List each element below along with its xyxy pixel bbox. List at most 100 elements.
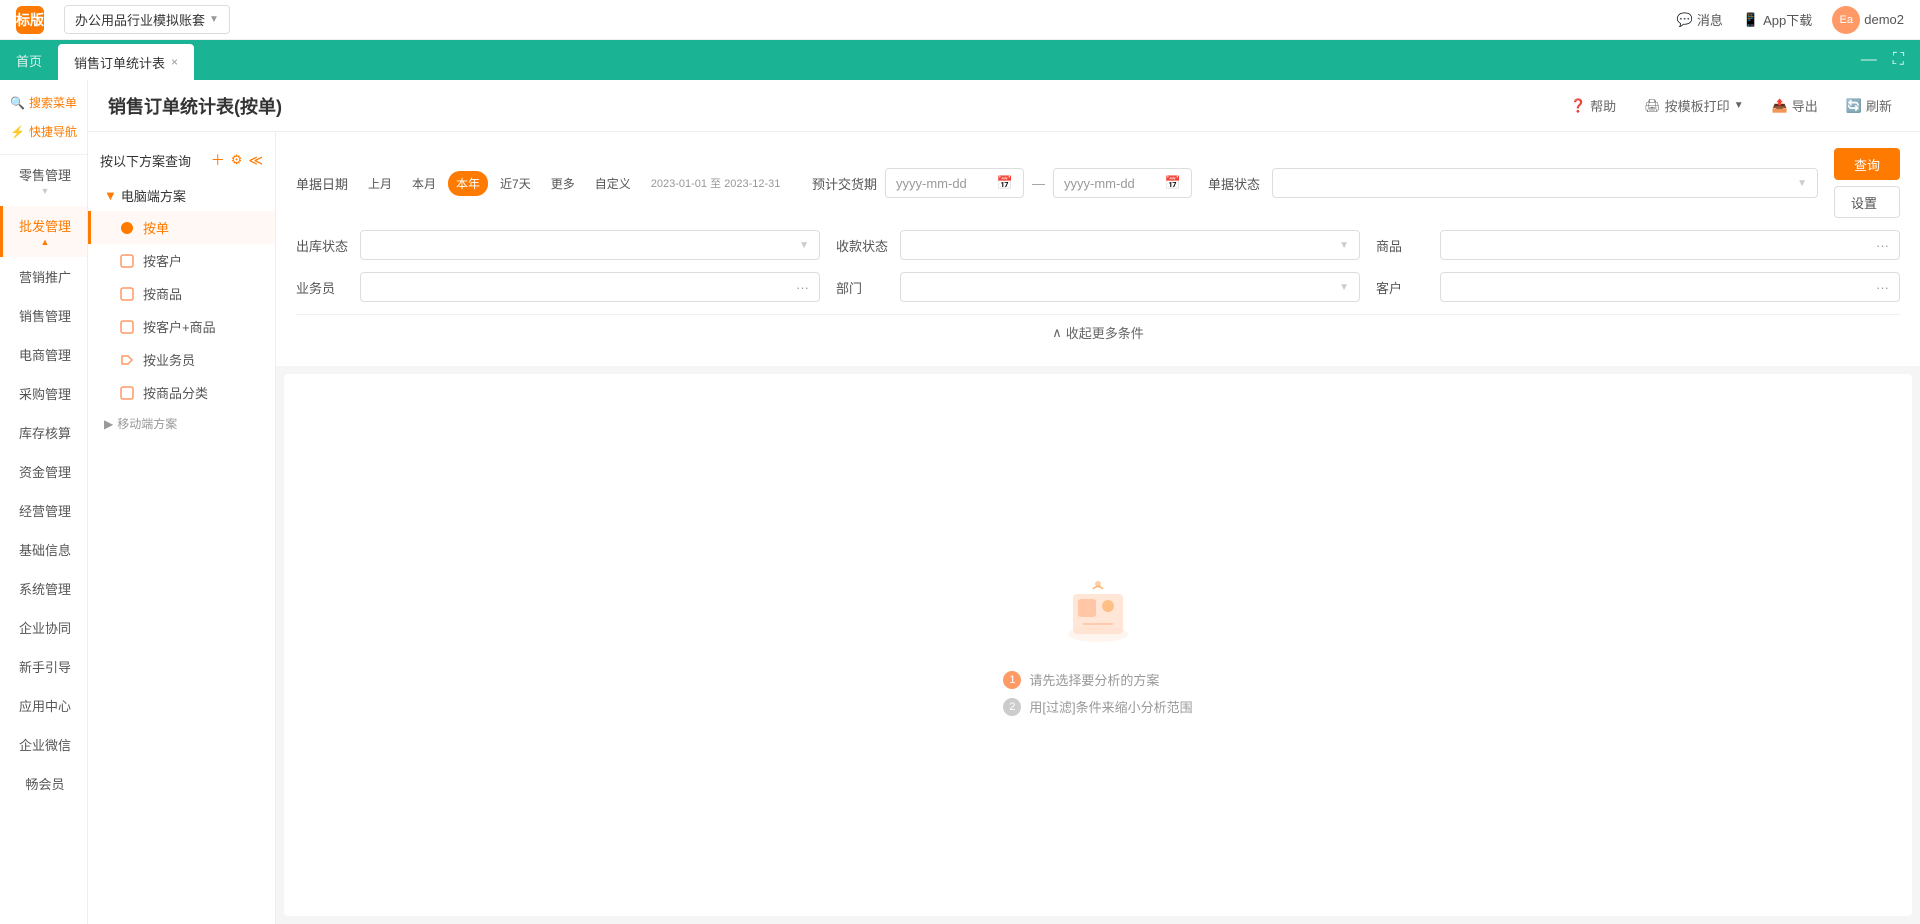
sidebar-item-enterprise[interactable]: 企业协同 <box>0 608 87 647</box>
date-range-text: 2023-01-01 至 2023-12-31 <box>651 175 781 191</box>
arrow-icon: ▼ <box>41 186 50 196</box>
date-btn-this-month[interactable]: 本月 <box>404 171 444 196</box>
collapse-button[interactable]: ∧ 收起更多条件 <box>296 314 1900 350</box>
sidebar-member-label: 畅会员 <box>25 774 64 793</box>
search-icon: 🔍 <box>10 96 25 110</box>
sidebar-item-system[interactable]: 系统管理 <box>0 569 87 608</box>
delivery-status-select[interactable]: ▼ <box>360 230 820 260</box>
product-more-icon[interactable]: ··· <box>1876 238 1889 253</box>
sidebar-item-purchase[interactable]: 采购管理 <box>0 374 87 413</box>
help-label: 帮助 <box>1590 96 1616 115</box>
salesperson-input[interactable]: ··· <box>360 272 820 302</box>
app-download-button[interactable]: 📱 App下载 <box>1743 10 1812 29</box>
edit-scheme-icon[interactable]: ⚙ <box>231 152 243 168</box>
sidebar-item-basic[interactable]: 基础信息 <box>0 530 87 569</box>
status-select[interactable]: ▼ <box>1272 168 1818 198</box>
collapse-panel-icon[interactable]: ≪ <box>248 152 263 169</box>
sidebar-item-finance[interactable]: 资金管理 <box>0 452 87 491</box>
department-select[interactable]: ▼ <box>900 272 1360 302</box>
date-filter-group: 单据日期 上月 本月 本年 近7天 更多 自定义 2023-01-01 至 20… <box>296 171 796 196</box>
left-panel-icons: ＋ ⚙ ≪ <box>211 150 263 170</box>
sidebar-item-sales[interactable]: 销售管理 <box>0 296 87 335</box>
customer-more-icon[interactable]: ··· <box>1876 280 1889 295</box>
sidebar-retail-label: 零售管理 <box>19 165 71 184</box>
sidebar-item-operations[interactable]: 经营管理 <box>0 491 87 530</box>
template-print-button[interactable]: 🖨 按模板打印 ▼ <box>1636 92 1751 119</box>
scheme-item-by-customer[interactable]: 按客户 <box>88 244 275 277</box>
scheme-mobile-label: 移动端方案 <box>117 415 177 432</box>
sidebar-item-appcenter[interactable]: 应用中心 <box>0 686 87 725</box>
scheme-item-by-product-category[interactable]: 按商品分类 <box>88 376 275 409</box>
scheme-item-by-salesperson[interactable]: 按业务员 <box>88 343 275 376</box>
sidebar-search-button[interactable]: 🔍 搜索菜单 <box>0 88 87 117</box>
page-actions: ❓ 帮助 🖨 按模板打印 ▼ 📤 导出 🔄 刷新 <box>1562 92 1900 119</box>
sidebar-operations-label: 经营管理 <box>19 501 71 520</box>
product-input[interactable]: ··· <box>1440 230 1900 260</box>
date-btn-custom[interactable]: 自定义 <box>587 171 639 196</box>
message-button[interactable]: 💬 消息 <box>1677 10 1723 29</box>
date-quick-buttons: 上月 本月 本年 近7天 更多 自定义 <box>360 171 639 196</box>
app-icon: 📱 <box>1743 12 1759 28</box>
user-profile[interactable]: Ea demo2 <box>1832 6 1904 34</box>
scheme-item-by-product[interactable]: 按商品 <box>88 277 275 310</box>
customer-input[interactable]: ··· <box>1440 272 1900 302</box>
sidebar-item-newuser[interactable]: 新手引导 <box>0 647 87 686</box>
left-panel-header: 按以下方案查询 ＋ ⚙ ≪ <box>88 144 275 176</box>
payment-status-group: 收款状态 ▼ <box>836 230 1360 260</box>
date-btn-this-year[interactable]: 本年 <box>448 171 488 196</box>
content-area: 销售订单统计表(按单) ❓ 帮助 🖨 按模板打印 ▼ 📤 导出 🔄 刷新 <box>88 80 1920 924</box>
tab-close-icon[interactable]: × <box>171 55 178 69</box>
salesperson-more-icon[interactable]: ··· <box>796 280 809 295</box>
chevron-status-icon: ▼ <box>1797 178 1807 189</box>
date-start-input[interactable]: yyyy-mm-dd 📅 <box>885 168 1024 198</box>
tab-home[interactable]: 首页 <box>0 40 58 80</box>
left-panel: 按以下方案查询 ＋ ⚙ ≪ ▼ 电脑端方案 <box>88 132 276 924</box>
export-button[interactable]: 📤 导出 <box>1764 92 1826 119</box>
filter-row-2: 出库状态 ▼ 收款状态 ▼ <box>296 230 1900 260</box>
refresh-button[interactable]: 🔄 刷新 <box>1838 92 1900 119</box>
tab-minimize-icon[interactable]: — <box>1857 47 1881 73</box>
sidebar-item-inventory[interactable]: 库存核算 <box>0 413 87 452</box>
tab-maximize-icon[interactable]: ⛶ <box>1889 47 1908 73</box>
department-label: 部门 <box>836 278 892 297</box>
product-filter-group: 商品 ··· <box>1376 230 1900 260</box>
scheme-order-icon <box>119 220 135 236</box>
sidebar-item-wholesale[interactable]: 批发管理 ▲ <box>0 206 87 257</box>
sidebar-item-retail[interactable]: 零售管理 ▼ <box>0 155 87 206</box>
date-btn-more[interactable]: 更多 <box>543 171 583 196</box>
sidebar-system-label: 系统管理 <box>19 579 71 598</box>
system-selector[interactable]: 办公用品行业模拟账套 ▼ <box>64 5 230 34</box>
add-scheme-icon[interactable]: ＋ <box>211 150 225 170</box>
sidebar-item-ecommerce[interactable]: 电商管理 <box>0 335 87 374</box>
chevron-delivery-icon: ▼ <box>799 240 809 251</box>
payment-status-select[interactable]: ▼ <box>900 230 1360 260</box>
date-btn-7days[interactable]: 近7天 <box>492 171 539 196</box>
scheme-category-desktop[interactable]: ▼ 电脑端方案 <box>88 180 275 211</box>
scheme-item-by-customer-product[interactable]: 按客户+商品 <box>88 310 275 343</box>
filter-row-1: 单据日期 上月 本月 本年 近7天 更多 自定义 2023-01-01 至 20… <box>296 148 1900 218</box>
sidebar-item-marketing[interactable]: 营销推广 <box>0 257 87 296</box>
tab-sales-order[interactable]: 销售订单统计表 × <box>58 44 194 80</box>
query-button[interactable]: 查询 <box>1834 148 1900 180</box>
help-button[interactable]: ❓ 帮助 <box>1562 92 1624 119</box>
scheme-item-by-order[interactable]: 按单 <box>88 211 275 244</box>
tab-bar-actions: — ⛶ <box>1857 47 1920 73</box>
sidebar-nav-button[interactable]: ⚡ 快捷导航 <box>0 117 87 146</box>
department-filter-group: 部门 ▼ <box>836 272 1360 302</box>
export-label: 导出 <box>1792 96 1818 115</box>
date-filter-label: 单据日期 <box>296 174 352 193</box>
nav-label: 快捷导航 <box>29 123 77 140</box>
date-start-placeholder: yyyy-mm-dd <box>896 176 993 191</box>
sidebar-item-wechat[interactable]: 企业微信 <box>0 725 87 764</box>
payment-status-label: 收款状态 <box>836 236 892 255</box>
chevron-print-icon: ▼ <box>1734 100 1744 111</box>
sidebar-basic-label: 基础信息 <box>19 540 71 559</box>
scheme-mobile-header[interactable]: ▶ 移动端方案 <box>88 409 275 438</box>
settings-button[interactable]: 设置 <box>1834 186 1900 218</box>
date-btn-last-month[interactable]: 上月 <box>360 171 400 196</box>
date-end-input[interactable]: yyyy-mm-dd 📅 <box>1053 168 1192 198</box>
sidebar-item-member[interactable]: 畅会员 <box>0 764 87 803</box>
page-header: 销售订单统计表(按单) ❓ 帮助 🖨 按模板打印 ▼ 📤 导出 🔄 刷新 <box>88 80 1920 132</box>
system-name: 办公用品行业模拟账套 <box>75 10 205 29</box>
top-bar-right: 💬 消息 📱 App下载 Ea demo2 <box>1677 6 1904 34</box>
